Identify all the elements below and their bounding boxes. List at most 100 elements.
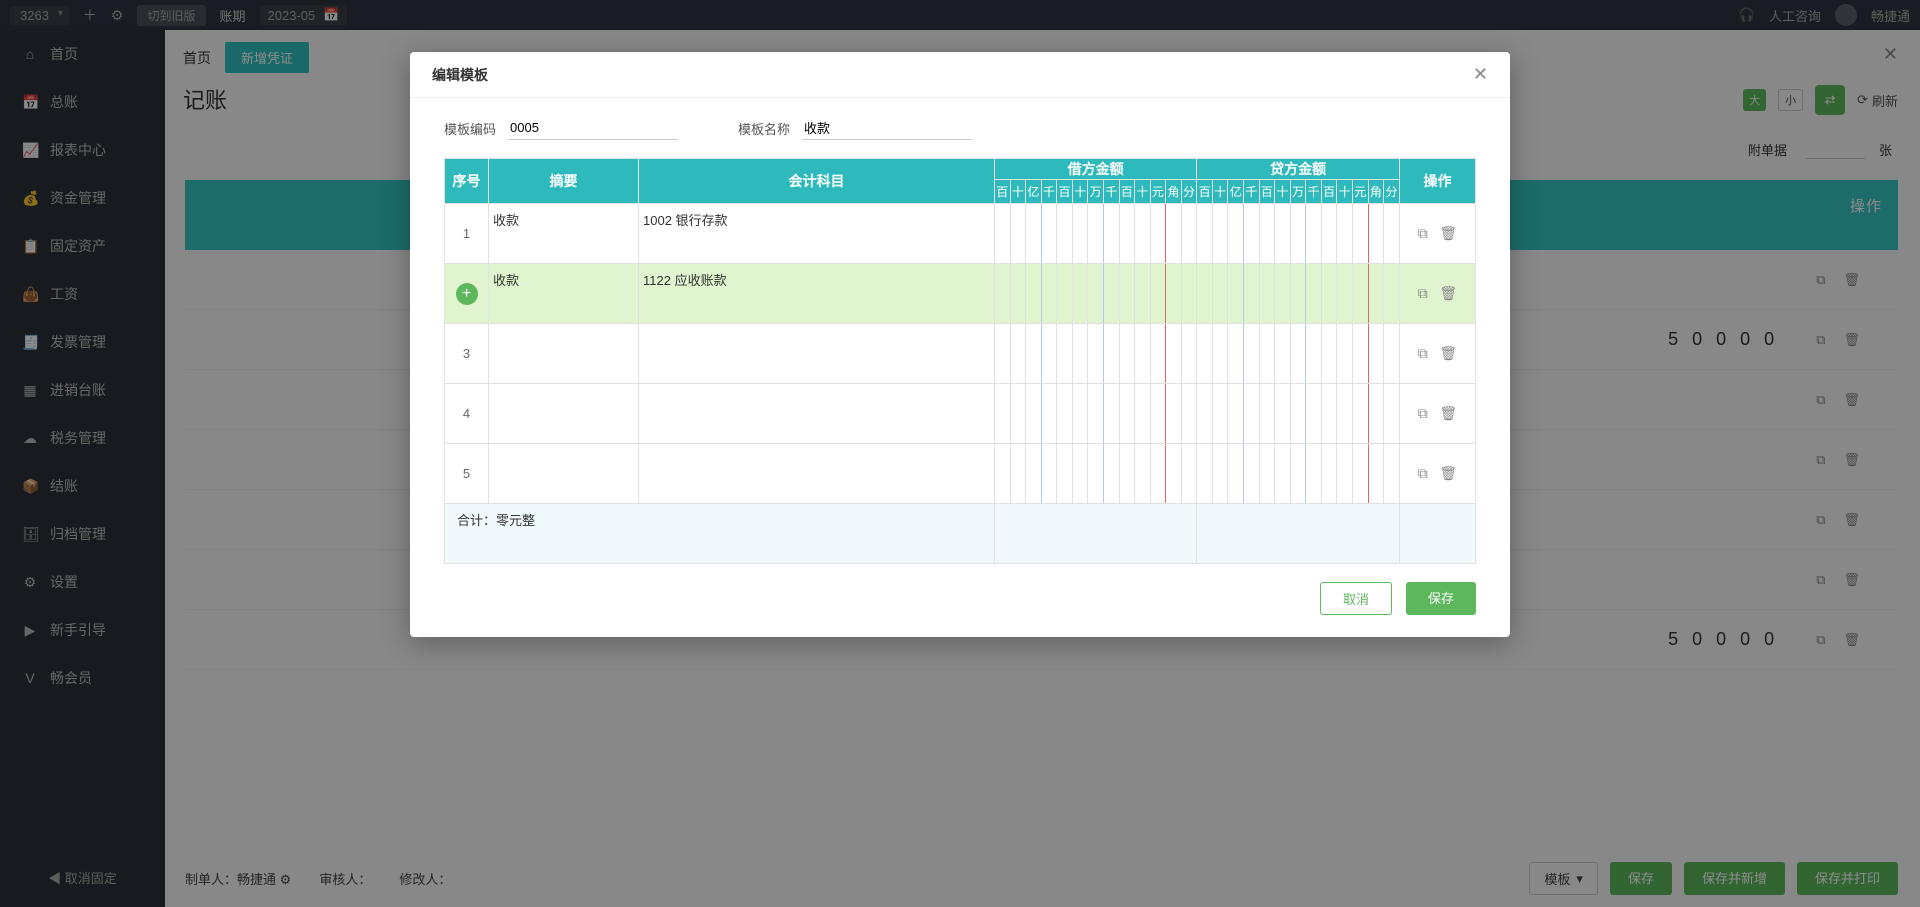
subject-cell[interactable] bbox=[639, 444, 995, 504]
digit-cell[interactable] bbox=[1150, 324, 1166, 384]
digit-cell[interactable] bbox=[1072, 204, 1088, 264]
add-row-icon[interactable]: + bbox=[456, 283, 478, 305]
digit-cell[interactable] bbox=[1181, 264, 1197, 324]
digit-cell[interactable] bbox=[1290, 264, 1306, 324]
subject-cell[interactable] bbox=[639, 324, 995, 384]
digit-cell[interactable] bbox=[1337, 264, 1353, 324]
digit-cell[interactable] bbox=[1337, 324, 1353, 384]
digit-cell[interactable] bbox=[1228, 204, 1244, 264]
delete-icon[interactable]: 🗑 bbox=[1439, 405, 1457, 422]
digit-cell[interactable] bbox=[1306, 324, 1322, 384]
copy-icon[interactable]: ⧉ bbox=[1418, 405, 1428, 422]
digit-cell[interactable] bbox=[1103, 264, 1119, 324]
digit-cell[interactable] bbox=[1135, 444, 1151, 504]
digit-cell[interactable] bbox=[1150, 204, 1166, 264]
digit-cell[interactable] bbox=[1088, 324, 1104, 384]
digit-cell[interactable] bbox=[1088, 264, 1104, 324]
digit-cell[interactable] bbox=[995, 384, 1011, 444]
digit-cell[interactable] bbox=[1290, 444, 1306, 504]
digit-cell[interactable] bbox=[1181, 444, 1197, 504]
digit-cell[interactable] bbox=[1026, 384, 1042, 444]
digit-cell[interactable] bbox=[1166, 444, 1182, 504]
digit-cell[interactable] bbox=[1197, 324, 1213, 384]
digit-cell[interactable] bbox=[1026, 444, 1042, 504]
digit-cell[interactable] bbox=[1321, 384, 1337, 444]
digit-cell[interactable] bbox=[1135, 204, 1151, 264]
digit-cell[interactable] bbox=[1041, 384, 1057, 444]
copy-icon[interactable]: ⧉ bbox=[1418, 285, 1428, 302]
digit-cell[interactable] bbox=[1321, 324, 1337, 384]
delete-icon[interactable]: 🗑 bbox=[1439, 345, 1457, 362]
digit-cell[interactable] bbox=[1275, 384, 1291, 444]
digit-cell[interactable] bbox=[1166, 384, 1182, 444]
digit-cell[interactable] bbox=[1259, 444, 1275, 504]
digit-cell[interactable] bbox=[995, 264, 1011, 324]
digit-cell[interactable] bbox=[1041, 204, 1057, 264]
summary-cell[interactable] bbox=[489, 324, 639, 384]
digit-cell[interactable] bbox=[1212, 444, 1228, 504]
digit-cell[interactable] bbox=[1135, 384, 1151, 444]
digit-cell[interactable] bbox=[1228, 324, 1244, 384]
digit-cell[interactable] bbox=[1150, 264, 1166, 324]
digit-cell[interactable] bbox=[1010, 444, 1026, 504]
digit-cell[interactable] bbox=[1166, 324, 1182, 384]
copy-icon[interactable]: ⧉ bbox=[1418, 345, 1428, 362]
digit-cell[interactable] bbox=[1352, 204, 1368, 264]
digit-cell[interactable] bbox=[1275, 204, 1291, 264]
summary-cell[interactable] bbox=[489, 384, 639, 444]
digit-cell[interactable] bbox=[1321, 204, 1337, 264]
digit-cell[interactable] bbox=[1057, 204, 1073, 264]
digit-cell[interactable] bbox=[1352, 264, 1368, 324]
digit-cell[interactable] bbox=[1259, 264, 1275, 324]
digit-cell[interactable] bbox=[1197, 264, 1213, 324]
digit-cell[interactable] bbox=[1057, 324, 1073, 384]
digit-cell[interactable] bbox=[1352, 444, 1368, 504]
digit-cell[interactable] bbox=[1072, 444, 1088, 504]
digit-cell[interactable] bbox=[1368, 264, 1384, 324]
subject-cell[interactable]: 1002 银行存款 bbox=[639, 204, 995, 264]
digit-cell[interactable] bbox=[1057, 384, 1073, 444]
digit-cell[interactable] bbox=[1275, 324, 1291, 384]
copy-icon[interactable]: ⧉ bbox=[1418, 225, 1428, 242]
digit-cell[interactable] bbox=[1088, 204, 1104, 264]
digit-cell[interactable] bbox=[1228, 384, 1244, 444]
digit-cell[interactable] bbox=[1119, 444, 1135, 504]
digit-cell[interactable] bbox=[995, 324, 1011, 384]
close-icon[interactable]: ✕ bbox=[1473, 64, 1488, 85]
copy-icon[interactable]: ⧉ bbox=[1418, 465, 1428, 482]
digit-cell[interactable] bbox=[1103, 324, 1119, 384]
digit-cell[interactable] bbox=[1337, 444, 1353, 504]
digit-cell[interactable] bbox=[1119, 204, 1135, 264]
digit-cell[interactable] bbox=[1228, 264, 1244, 324]
template-name-input[interactable] bbox=[802, 116, 972, 140]
digit-cell[interactable] bbox=[1228, 444, 1244, 504]
digit-cell[interactable] bbox=[1119, 384, 1135, 444]
digit-cell[interactable] bbox=[1259, 384, 1275, 444]
digit-cell[interactable] bbox=[1337, 384, 1353, 444]
digit-cell[interactable] bbox=[1072, 324, 1088, 384]
digit-cell[interactable] bbox=[1088, 384, 1104, 444]
digit-cell[interactable] bbox=[1384, 384, 1400, 444]
digit-cell[interactable] bbox=[1010, 204, 1026, 264]
digit-cell[interactable] bbox=[1166, 264, 1182, 324]
digit-cell[interactable] bbox=[1321, 444, 1337, 504]
digit-cell[interactable] bbox=[995, 204, 1011, 264]
digit-cell[interactable] bbox=[1197, 444, 1213, 504]
summary-cell[interactable] bbox=[489, 444, 639, 504]
digit-cell[interactable] bbox=[1072, 264, 1088, 324]
cancel-button[interactable]: 取消 bbox=[1320, 582, 1392, 615]
digit-cell[interactable] bbox=[1306, 384, 1322, 444]
delete-icon[interactable]: 🗑 bbox=[1439, 285, 1457, 302]
digit-cell[interactable] bbox=[1088, 444, 1104, 504]
digit-cell[interactable] bbox=[1041, 264, 1057, 324]
template-code-input[interactable] bbox=[508, 116, 678, 140]
digit-cell[interactable] bbox=[1384, 264, 1400, 324]
digit-cell[interactable] bbox=[1181, 204, 1197, 264]
digit-cell[interactable] bbox=[1197, 204, 1213, 264]
digit-cell[interactable] bbox=[1212, 264, 1228, 324]
digit-cell[interactable] bbox=[1306, 444, 1322, 504]
digit-cell[interactable] bbox=[1275, 444, 1291, 504]
digit-cell[interactable] bbox=[1041, 324, 1057, 384]
digit-cell[interactable] bbox=[1057, 264, 1073, 324]
subject-cell[interactable]: 1122 应收账款 bbox=[639, 264, 995, 324]
